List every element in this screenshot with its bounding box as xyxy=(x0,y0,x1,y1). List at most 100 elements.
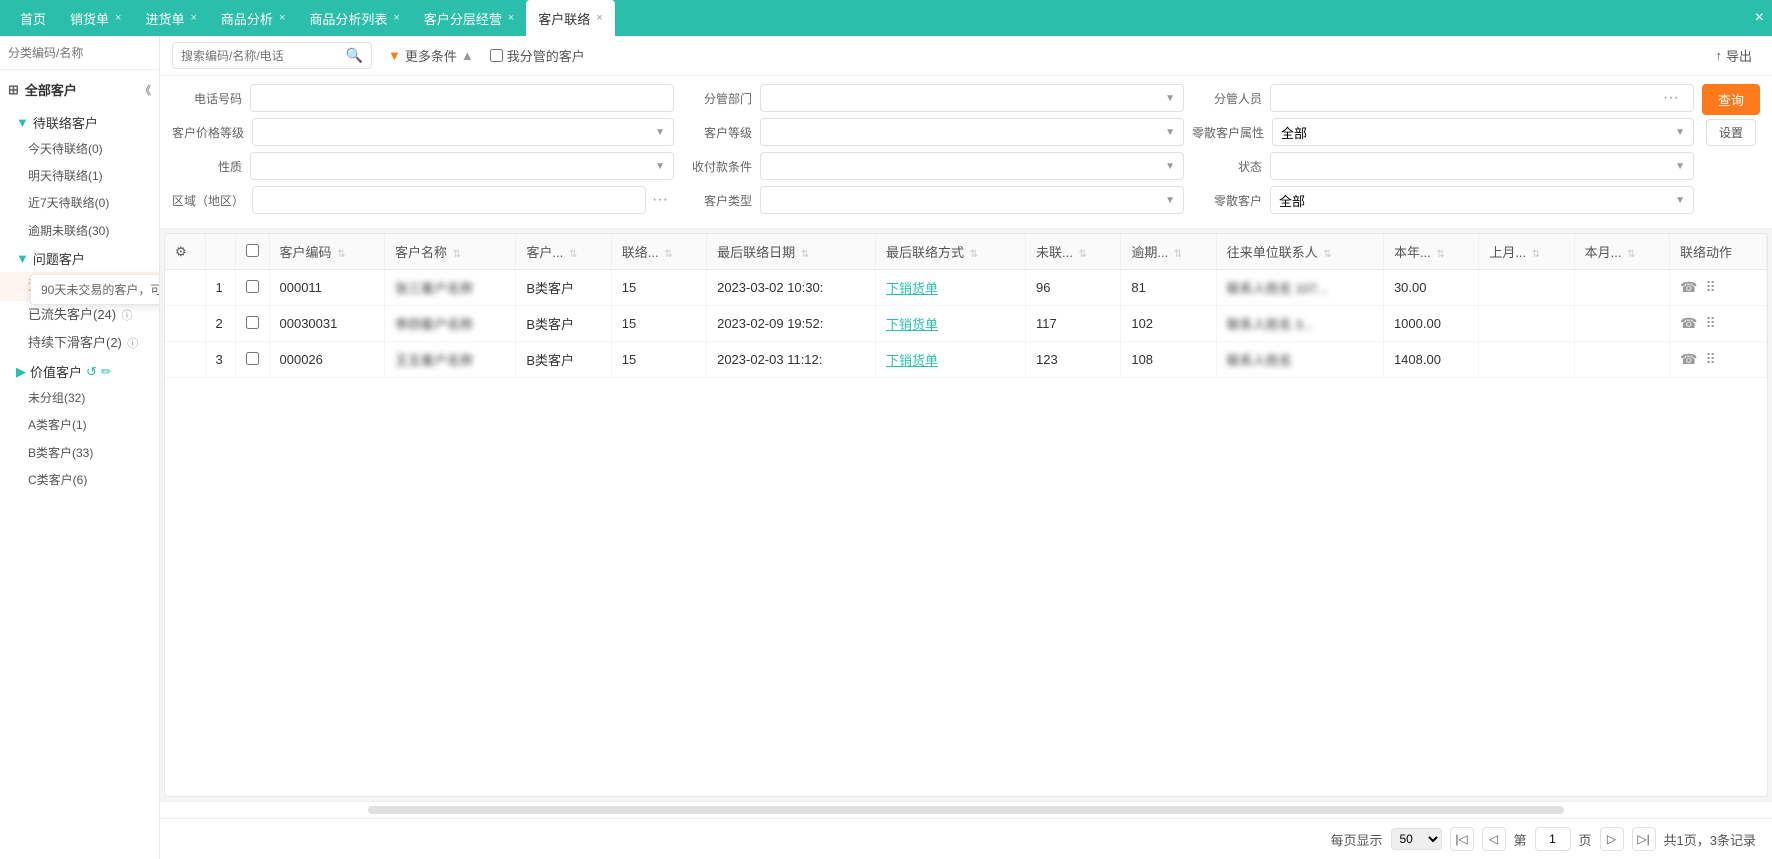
settings-button[interactable]: 设置 xyxy=(1706,119,1756,146)
col-header-overdue[interactable]: 逾期... ⇅ xyxy=(1121,234,1216,270)
zero-attr-select[interactable]: 全部 ▼ xyxy=(1272,118,1694,146)
col-header-liaison[interactable]: 往来单位联系人 ⇅ xyxy=(1216,234,1383,270)
row2-checkbox[interactable] xyxy=(246,316,259,329)
person-label: 分管人员 xyxy=(1192,90,1262,107)
close-sales-order-icon[interactable]: × xyxy=(115,12,121,24)
sidebar-item-week-contact[interactable]: 近7天待联络(0) xyxy=(0,190,159,217)
payment-select[interactable]: ▼ xyxy=(760,152,1184,180)
close-purchase-order-icon[interactable]: × xyxy=(190,12,196,24)
zero-customer-select[interactable]: 全部 ▼ xyxy=(1270,186,1694,214)
tab-product-analysis[interactable]: 商品分析 × xyxy=(209,0,297,36)
sort-overdue-icon: ⇅ xyxy=(1174,249,1182,260)
settings-gear-icon[interactable]: ⚙ xyxy=(175,244,187,259)
row3-more-icon[interactable]: ⠿ xyxy=(1705,351,1715,368)
row3-contact-icon[interactable]: ☎ xyxy=(1680,351,1697,368)
sidebar-group-value-customers[interactable]: ▶ 价值客户 ↺ ✏ xyxy=(0,358,159,385)
main-search-input[interactable] xyxy=(181,49,346,63)
row1-checkbox[interactable] xyxy=(246,280,259,293)
row3-check[interactable] xyxy=(235,342,269,378)
close-customer-tier-icon[interactable]: × xyxy=(508,12,514,24)
customer-level-select[interactable]: ▼ xyxy=(760,118,1184,146)
row1-check[interactable] xyxy=(235,270,269,306)
tab-customer-tier[interactable]: 客户分层经营 × xyxy=(412,0,526,36)
row2-check[interactable] xyxy=(235,306,269,342)
sidebar-search-input[interactable] xyxy=(8,46,160,60)
price-level-select[interactable]: ▼ xyxy=(252,118,674,146)
my-customers-checkbox-label[interactable]: 我分管的客户 xyxy=(490,46,585,65)
sidebar-item-class-b[interactable]: B类客户(33) xyxy=(0,440,159,467)
tab-customer-contact[interactable]: 客户联络 × xyxy=(526,0,614,36)
row1-contact-icon[interactable]: ☎ xyxy=(1680,279,1697,296)
customer-level-chevron-icon: ▼ xyxy=(1165,127,1175,138)
row3-last-method[interactable]: 下销货单 xyxy=(875,342,1025,378)
tab-product-analysis-list[interactable]: 商品分析列表 × xyxy=(297,0,411,36)
row2-more-icon[interactable]: ⠿ xyxy=(1705,315,1715,332)
sidebar-item-class-c[interactable]: C类客户(6) xyxy=(0,467,159,494)
page-size-label: 每页显示 xyxy=(1330,830,1382,849)
page-number-input[interactable] xyxy=(1535,827,1571,851)
sidebar-item-today-contact[interactable]: 今天待联络(0) xyxy=(0,136,159,163)
col-header-name[interactable]: 客户名称 ⇅ xyxy=(384,234,515,270)
sidebar-group-problem-customers[interactable]: ▼ 问题客户 xyxy=(0,245,159,272)
sidebar-all-customers-title[interactable]: ⊞ 全部客户 《 xyxy=(0,74,159,105)
region-select[interactable] xyxy=(252,186,646,214)
sidebar-item-tomorrow-contact[interactable]: 明天待联络(1) xyxy=(0,163,159,190)
sort-uncontacted-icon: ⇅ xyxy=(1078,249,1086,260)
person-select[interactable]: ··· xyxy=(1270,84,1694,112)
sort-last-month-icon: ⇅ xyxy=(1532,249,1540,260)
col-header-contacts[interactable]: 联络... ⇅ xyxy=(611,234,706,270)
sidebar-item-class-a[interactable]: A类客户(1) xyxy=(0,412,159,439)
prev-page-button[interactable]: ◁ xyxy=(1482,827,1506,851)
gender-select[interactable]: ▼ xyxy=(250,152,674,180)
phone-input[interactable] xyxy=(250,84,674,112)
col-header-this-month[interactable]: 本月... ⇅ xyxy=(1574,234,1669,270)
next-page-button[interactable]: ▷ xyxy=(1600,827,1624,851)
query-button[interactable]: 查询 xyxy=(1702,84,1760,115)
col-header-type[interactable]: 客户... ⇅ xyxy=(516,234,611,270)
col-header-last-date[interactable]: 最后联络日期 ⇅ xyxy=(707,234,876,270)
status-select[interactable]: ▼ xyxy=(1270,152,1694,180)
sidebar-item-overdue-contact[interactable]: 逾期未联络(30) xyxy=(0,218,159,245)
export-button[interactable]: ↑ 导出 xyxy=(1707,42,1760,69)
sidebar-group-pending-contact[interactable]: ▼ 待联络客户 xyxy=(0,109,159,136)
person-dots-icon[interactable]: ··· xyxy=(1657,89,1685,107)
col-header-last-method[interactable]: 最后联络方式 ⇅ xyxy=(875,234,1025,270)
first-page-button[interactable]: |◁ xyxy=(1450,827,1474,851)
row2-last-date: 2023-02-09 19:52: xyxy=(707,306,876,342)
sidebar-item-declining[interactable]: 持续下滑客户(2) ⓘ xyxy=(0,329,159,358)
main-search-button[interactable]: 🔍 xyxy=(346,47,363,64)
close-product-analysis-icon[interactable]: × xyxy=(279,12,285,24)
sidebar-item-unclassified[interactable]: 未分组(32) xyxy=(0,385,159,412)
col-header-last-month[interactable]: 上月... ⇅ xyxy=(1479,234,1574,270)
select-all-checkbox[interactable] xyxy=(246,244,259,257)
tab-purchase-order[interactable]: 进货单 × xyxy=(133,0,208,36)
row2-contact-icon[interactable]: ☎ xyxy=(1680,315,1697,332)
more-conditions-button[interactable]: ▼ 更多条件 ▲ xyxy=(380,42,482,69)
page-size-select[interactable]: 50 100 200 xyxy=(1391,828,1442,850)
tab-sales-order[interactable]: 销货单 × xyxy=(58,0,133,36)
last-page-button[interactable]: ▷| xyxy=(1632,827,1656,851)
row1-more-icon[interactable]: ⠿ xyxy=(1705,279,1715,296)
close-all-button[interactable]: × xyxy=(1755,9,1764,27)
row3-this-month xyxy=(1574,342,1669,378)
col-header-uncontacted[interactable]: 未联... ⇅ xyxy=(1025,234,1120,270)
dept-select[interactable]: ▼ xyxy=(760,84,1184,112)
col-header-code[interactable]: 客户编码 ⇅ xyxy=(269,234,384,270)
my-customers-checkbox[interactable] xyxy=(490,49,503,62)
region-dots-icon[interactable]: ··· xyxy=(646,191,674,209)
horizontal-scrollbar[interactable] xyxy=(368,806,1564,814)
home-tab[interactable]: 首页 xyxy=(8,9,58,28)
refresh-icon[interactable]: ↺ xyxy=(86,364,97,380)
close-customer-contact-icon[interactable]: × xyxy=(596,12,602,24)
customer-type-select[interactable]: ▼ xyxy=(760,186,1184,214)
table-check-header[interactable] xyxy=(235,234,269,270)
row3-checkbox[interactable] xyxy=(246,352,259,365)
zero-attr-chevron-icon: ▼ xyxy=(1675,127,1685,138)
edit-icon[interactable]: ✏ xyxy=(101,364,112,380)
close-product-analysis-list-icon[interactable]: × xyxy=(393,12,399,24)
row1-last-method[interactable]: 下销货单 xyxy=(875,270,1025,306)
col-header-year[interactable]: 本年... ⇅ xyxy=(1383,234,1478,270)
table-settings-header[interactable]: ⚙ xyxy=(165,234,205,270)
row2-this-month xyxy=(1574,306,1669,342)
row2-last-method[interactable]: 下销货单 xyxy=(875,306,1025,342)
